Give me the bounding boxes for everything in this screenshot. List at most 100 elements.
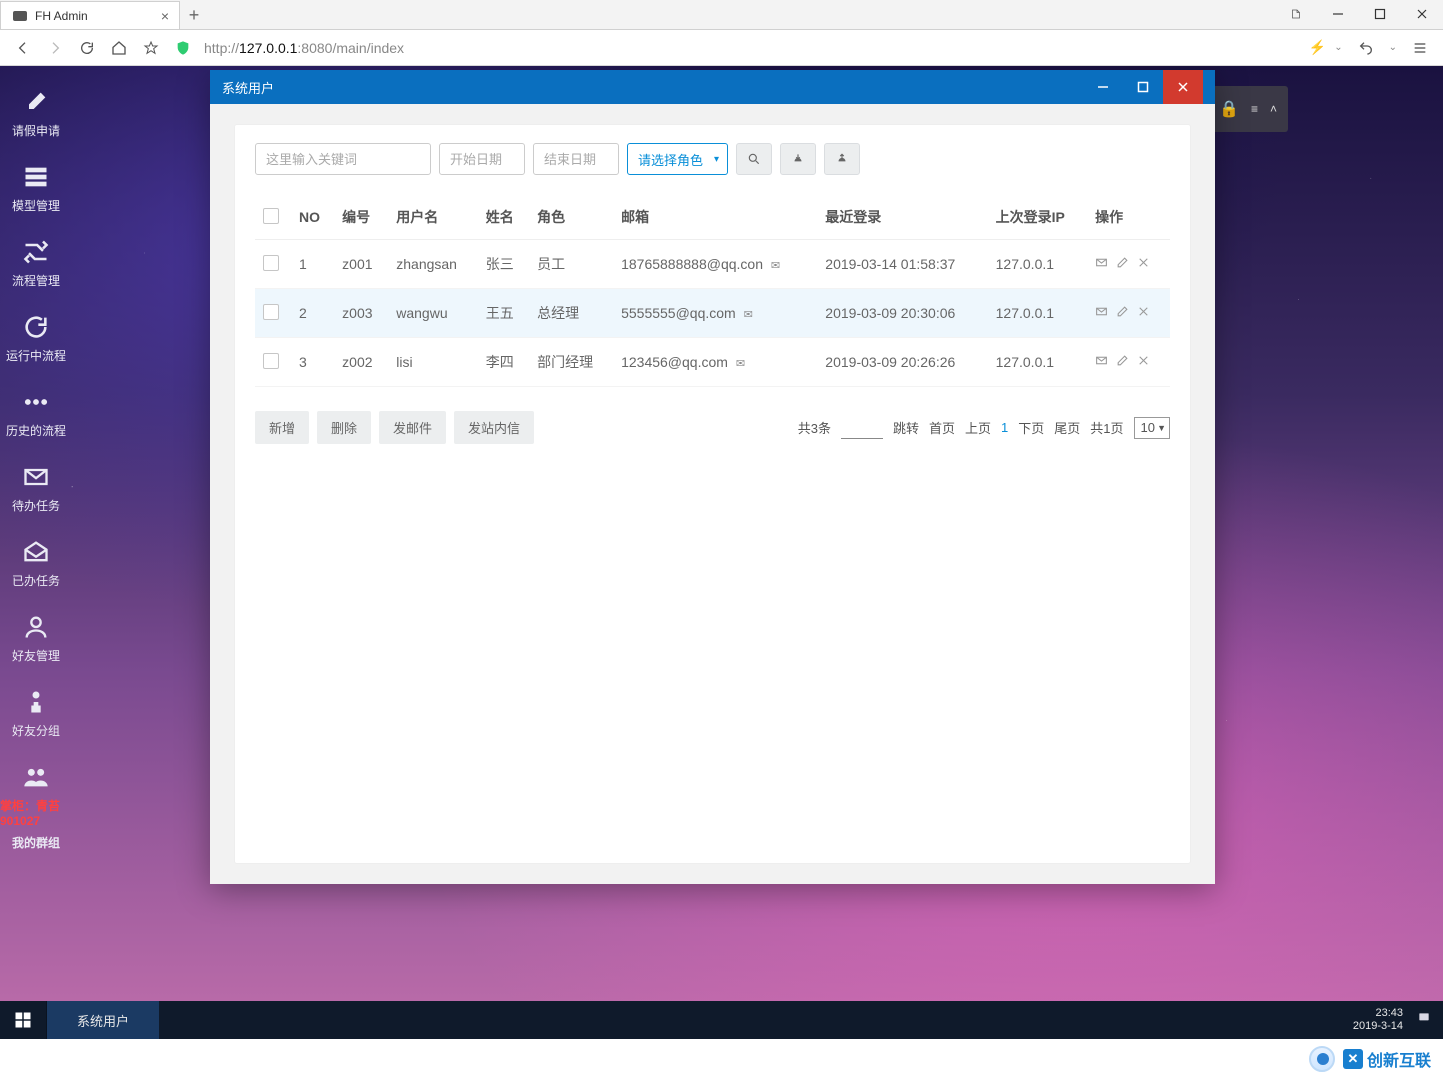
first-page-button[interactable]: 首页 bbox=[929, 418, 955, 437]
prev-page-button[interactable]: 上页 bbox=[965, 418, 991, 437]
nav-favorite-button[interactable] bbox=[136, 33, 166, 63]
export-button[interactable] bbox=[780, 143, 816, 175]
bolt-icon[interactable]: ⚡ bbox=[1309, 39, 1326, 56]
tab-close-icon[interactable]: × bbox=[161, 8, 169, 24]
clock[interactable]: 23:43 2019-3-14 bbox=[1353, 1007, 1403, 1033]
window-minimize-button[interactable] bbox=[1317, 0, 1359, 29]
sidebar-item-friend-groups[interactable]: 好友分组 bbox=[0, 678, 72, 753]
send-msg-button[interactable]: 发站内信 bbox=[454, 411, 534, 444]
taskbar-item-system-users[interactable]: 系统用户 bbox=[46, 1001, 159, 1039]
sidebar-item-leave-request[interactable]: 请假申请 bbox=[0, 78, 72, 153]
table-row[interactable]: 1z001zhangsan张三员工18765888888@qq.con ✉201… bbox=[255, 240, 1170, 289]
chevron-down-icon[interactable]: ⌄ bbox=[1334, 42, 1342, 53]
end-date-input[interactable] bbox=[533, 143, 619, 175]
current-page: 1 bbox=[1001, 420, 1008, 435]
browser-toolbar: http://127.0.0.1:8080/main/index ⚡ ⌄ ⌄ bbox=[0, 30, 1443, 66]
row-mail-icon[interactable] bbox=[1095, 305, 1108, 321]
row-mail-icon[interactable] bbox=[1095, 354, 1108, 370]
menu-list-icon[interactable]: ≡ bbox=[1251, 102, 1258, 116]
new-tab-button[interactable]: + bbox=[180, 1, 208, 29]
row-edit-icon[interactable] bbox=[1116, 256, 1129, 272]
row-checkbox[interactable] bbox=[263, 255, 279, 271]
modal-maximize-button[interactable] bbox=[1123, 70, 1163, 104]
search-button[interactable] bbox=[736, 143, 772, 175]
row-mail-icon[interactable] bbox=[1095, 256, 1108, 272]
nav-refresh-button[interactable] bbox=[72, 33, 102, 63]
favicon-icon bbox=[13, 11, 27, 21]
row-checkbox[interactable] bbox=[263, 304, 279, 320]
url-path: :8080/main/index bbox=[297, 40, 404, 56]
window-close-button[interactable] bbox=[1401, 0, 1443, 29]
sidebar-item-label: 已办任务 bbox=[12, 572, 60, 589]
clock-date: 2019-3-14 bbox=[1353, 1020, 1403, 1033]
import-button[interactable] bbox=[824, 143, 860, 175]
delete-button[interactable]: 删除 bbox=[317, 411, 371, 444]
nav-forward-button[interactable] bbox=[40, 33, 70, 63]
sidebar-item-process-mgmt[interactable]: 流程管理 bbox=[0, 228, 72, 303]
chevron-down-icon[interactable]: ⌄ bbox=[1389, 42, 1397, 53]
row-checkbox[interactable] bbox=[263, 353, 279, 369]
modal-titlebar[interactable]: 系统用户 bbox=[210, 70, 1215, 104]
role-select[interactable]: 请选择角色 bbox=[627, 143, 728, 175]
row-edit-icon[interactable] bbox=[1116, 305, 1129, 321]
table-row[interactable]: 3z002lisi李四部门经理123456@qq.com ✉2019-03-09… bbox=[255, 338, 1170, 387]
cell-email: 123456@qq.com ✉ bbox=[613, 338, 817, 387]
nav-back-button[interactable] bbox=[8, 33, 38, 63]
url-host: 127.0.0.1 bbox=[239, 40, 297, 56]
mail-icon[interactable]: ✉ bbox=[771, 259, 780, 272]
row-delete-icon[interactable] bbox=[1137, 354, 1150, 370]
url-scheme: http:// bbox=[204, 40, 239, 56]
table-row[interactable]: 2z003wangwu王五总经理5555555@qq.com ✉2019-03-… bbox=[255, 289, 1170, 338]
page-size-select[interactable]: 10 bbox=[1134, 417, 1170, 439]
cell-role: 员工 bbox=[529, 240, 613, 289]
menu-icon[interactable] bbox=[1405, 33, 1435, 63]
pages-label: 共1页 bbox=[1090, 418, 1123, 437]
add-button[interactable]: 新增 bbox=[255, 411, 309, 444]
mail-icon[interactable]: ✉ bbox=[736, 357, 745, 370]
security-shield-icon[interactable] bbox=[168, 33, 198, 63]
window-maximize-button[interactable] bbox=[1359, 0, 1401, 29]
cell-last-ip: 127.0.0.1 bbox=[988, 338, 1087, 387]
cell-code: z002 bbox=[334, 338, 388, 387]
goto-button[interactable]: 跳转 bbox=[893, 418, 919, 437]
sidebar-item-friends-mgmt[interactable]: 好友管理 bbox=[0, 603, 72, 678]
start-button[interactable] bbox=[0, 1001, 46, 1039]
cell-email: 5555555@qq.com ✉ bbox=[613, 289, 817, 338]
lock-icon[interactable]: 🔒 bbox=[1219, 99, 1239, 119]
taskbar: 系统用户 23:43 2019-3-14 bbox=[0, 1001, 1443, 1039]
notifications-icon[interactable] bbox=[1417, 1011, 1431, 1030]
avatar-icon bbox=[1309, 1046, 1335, 1072]
row-edit-icon[interactable] bbox=[1116, 354, 1129, 370]
next-page-button[interactable]: 下页 bbox=[1018, 418, 1044, 437]
sidebar-item-my-groups[interactable]: 掌柜：青苔901027我的群组 bbox=[0, 753, 72, 865]
browser-tab[interactable]: FH Admin × bbox=[0, 1, 180, 29]
cell-username: lisi bbox=[388, 338, 478, 387]
chevron-up-icon[interactable]: ˄ bbox=[1270, 102, 1277, 116]
sidebar-item-model-mgmt[interactable]: 模型管理 bbox=[0, 153, 72, 228]
checkbox-all[interactable] bbox=[263, 208, 279, 224]
browser-reading-mode-icon[interactable] bbox=[1275, 0, 1317, 29]
goto-page-input[interactable] bbox=[841, 417, 883, 439]
modal-minimize-button[interactable] bbox=[1083, 70, 1123, 104]
row-delete-icon[interactable] bbox=[1137, 256, 1150, 272]
send-mail-button[interactable]: 发邮件 bbox=[379, 411, 446, 444]
sidebar-item-done-tasks[interactable]: 已办任务 bbox=[0, 528, 72, 603]
modal-system-users: 系统用户 请选择角色 bbox=[210, 70, 1215, 884]
address-bar[interactable]: http://127.0.0.1:8080/main/index bbox=[204, 40, 404, 56]
row-actions bbox=[1095, 305, 1162, 321]
start-date-input[interactable] bbox=[439, 143, 525, 175]
keyword-input[interactable] bbox=[255, 143, 431, 175]
cell-email: 18765888888@qq.con ✉ bbox=[613, 240, 817, 289]
undo-icon[interactable] bbox=[1351, 33, 1381, 63]
mail-icon[interactable]: ✉ bbox=[744, 308, 753, 321]
sidebar-item-todo-tasks[interactable]: 待办任务 bbox=[0, 453, 72, 528]
brand-logo: ✕创新互联 bbox=[1343, 1047, 1431, 1071]
nav-home-button[interactable] bbox=[104, 33, 134, 63]
col-username: 用户名 bbox=[388, 195, 478, 240]
last-page-button[interactable]: 尾页 bbox=[1054, 418, 1080, 437]
row-delete-icon[interactable] bbox=[1137, 305, 1150, 321]
sidebar-item-history-process[interactable]: 历史的流程 bbox=[0, 378, 72, 453]
modal-close-button[interactable] bbox=[1163, 70, 1203, 104]
cell-last-login: 2019-03-14 01:58:37 bbox=[817, 240, 987, 289]
sidebar-item-running-process[interactable]: 运行中流程 bbox=[0, 303, 72, 378]
